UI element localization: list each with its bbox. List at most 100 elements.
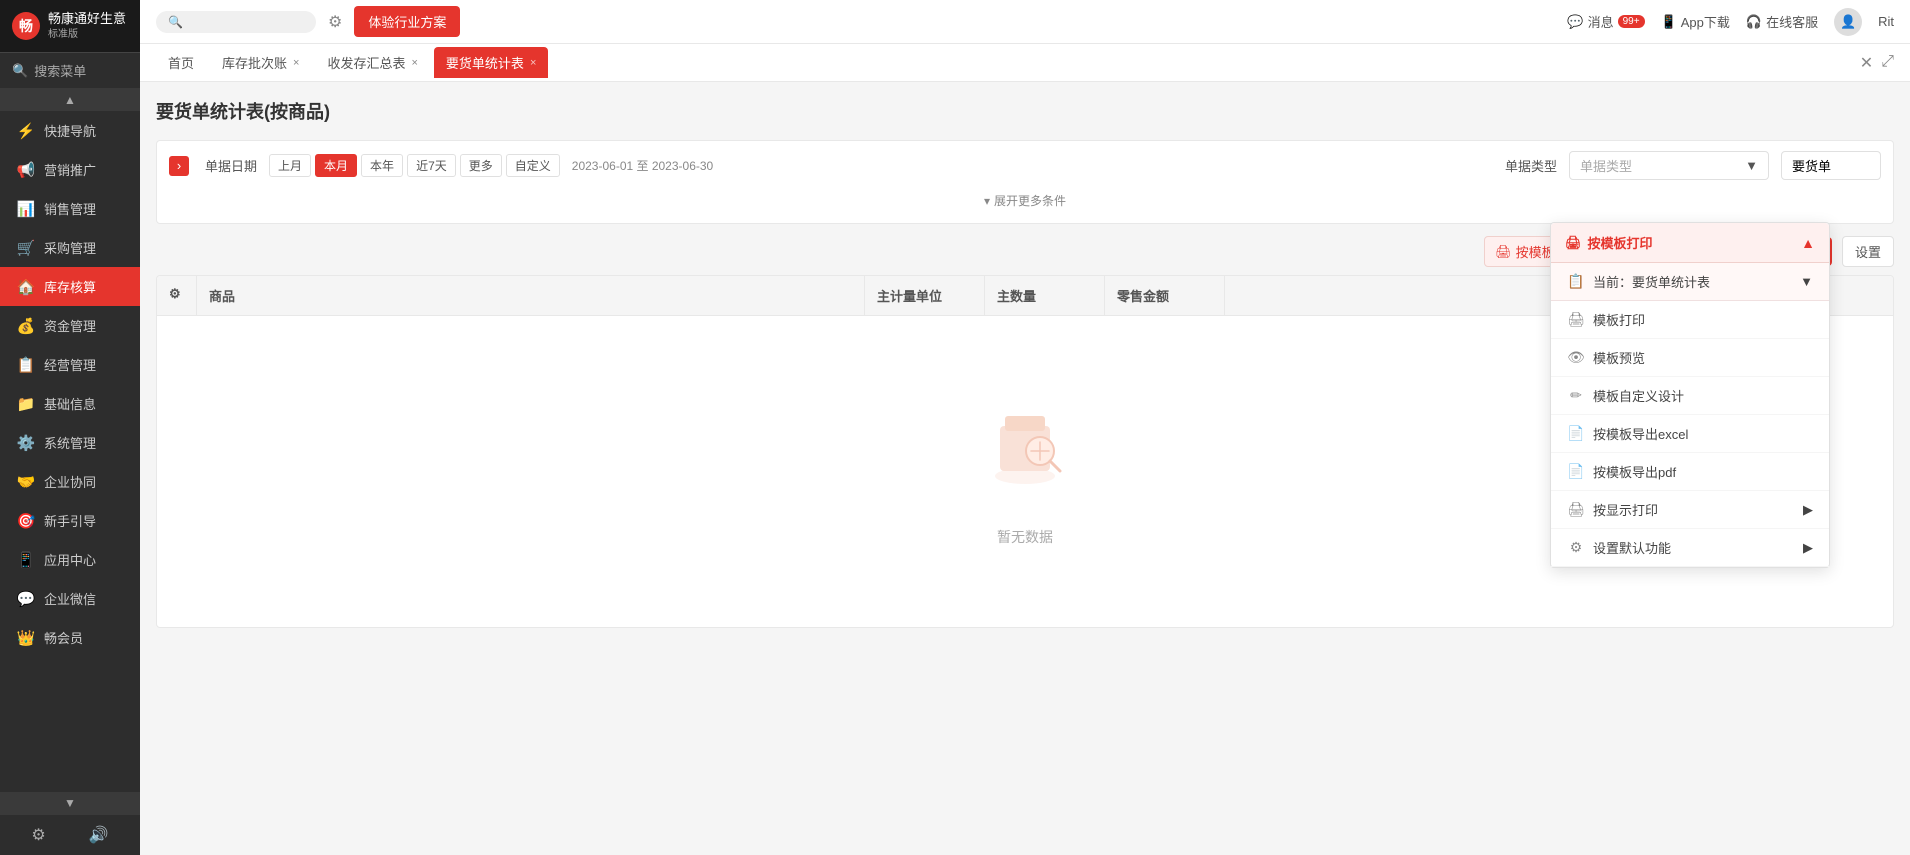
template-design-icon: ✏ — [1567, 387, 1585, 404]
date-filter-label: 单据日期 — [205, 156, 257, 175]
dropdown-item-display-print[interactable]: 🖨 按显示打印 ▶ — [1551, 491, 1829, 529]
tab-order-stats-close[interactable]: × — [530, 57, 536, 69]
settings-btn[interactable]: 设置 — [1842, 236, 1894, 267]
experience-btn[interactable]: 体验行业方案 — [354, 6, 460, 37]
sidebar-item-inventory[interactable]: 🏠 库存核算 — [0, 267, 140, 306]
expand-icon: ▾ — [984, 194, 990, 208]
sidebar-item-member[interactable]: 👑 畅会员 — [0, 618, 140, 657]
search-icon: 🔍 — [12, 63, 28, 79]
message-btn[interactable]: 💬 消息 99+ — [1567, 12, 1644, 31]
sidebar-item-wechat[interactable]: 💬 企业微信 — [0, 579, 140, 618]
topbar: 🔍 ⚙ 体验行业方案 💬 消息 99+ 📱 App下载 🎧 在线客服 👤 Ri — [140, 0, 1910, 44]
type-select[interactable]: 单据类型 ▼ — [1569, 151, 1769, 180]
sidebar-scroll-down[interactable]: ▼ — [0, 792, 140, 814]
settings-footer-icon[interactable]: ⚙ — [31, 825, 45, 845]
date-current-month[interactable]: 本月 — [315, 154, 357, 177]
dropdown-title-text: 按模板打印 — [1588, 233, 1653, 252]
template-preview-icon: 👁 — [1567, 349, 1585, 366]
operation-icon: 📋 — [16, 356, 36, 374]
user-name: Rit — [1878, 14, 1894, 29]
tab-receivable-summary-close[interactable]: × — [411, 57, 417, 69]
dropdown-item-template-print[interactable]: 🖨 模板打印 — [1551, 301, 1829, 339]
goods-filter[interactable]: 要货单 — [1781, 151, 1881, 180]
filter-bar: › 单据日期 上月 本月 本年 近7天 更多 自定义 2023-06-01 至 … — [156, 140, 1894, 224]
dropdown-item-template-design[interactable]: ✏ 模板自定义设计 — [1551, 377, 1829, 415]
display-print-label: 按显示打印 — [1593, 500, 1658, 519]
tab-order-stats[interactable]: 要货单统计表 × — [434, 47, 548, 78]
sidebar-search[interactable]: 🔍 搜索菜单 — [0, 53, 140, 89]
dropdown-current-item[interactable]: 📋 当前：要货单统计表 ▼ — [1551, 263, 1829, 301]
sidebar-item-collab[interactable]: 🤝 企业协同 — [0, 462, 140, 501]
sidebar-item-app[interactable]: 📱 应用中心 — [0, 540, 140, 579]
type-select-text: 单据类型 — [1580, 156, 1739, 175]
sidebar-scroll-up[interactable]: ▲ — [0, 89, 140, 111]
window-controls: ✕ ⤢ — [1860, 53, 1894, 73]
operation-label: 经营管理 — [44, 355, 96, 374]
type-select-arrow: ▼ — [1745, 158, 1758, 173]
topbar-gear-icon[interactable]: ⚙ — [328, 12, 342, 32]
dropdown-header: 🖨 按模板打印 ▲ — [1551, 223, 1829, 263]
th-settings[interactable]: ⚙ — [157, 276, 197, 315]
set-default-icon: ⚙ — [1567, 539, 1585, 556]
dropdown-item-template-excel[interactable]: 📄 按模板导出excel — [1551, 415, 1829, 453]
app-download-label: App下载 — [1681, 12, 1730, 31]
dropdown-printer-icon: 🖨 — [1565, 235, 1582, 251]
topbar-search-icon: 🔍 — [168, 15, 183, 29]
expand-more-btn[interactable]: ▾ 展开更多条件 — [976, 188, 1074, 213]
template-print-icon: 🖨 — [1567, 311, 1585, 328]
th-quantity: 主数量 — [985, 276, 1105, 315]
th-amount: 零售金额 — [1105, 276, 1225, 315]
dropdown-close-btn[interactable]: ▲ — [1801, 235, 1815, 251]
sidebar-item-guide[interactable]: 🎯 新手引导 — [0, 501, 140, 540]
sidebar-item-finance[interactable]: 💰 资金管理 — [0, 306, 140, 345]
sidebar-item-marketing[interactable]: 📢 营销推广 — [0, 150, 140, 189]
sidebar-item-system[interactable]: ⚙️ 系统管理 — [0, 423, 140, 462]
sidebar-item-quick-nav[interactable]: ⚡ 快捷导航 — [0, 111, 140, 150]
app-label: 应用中心 — [44, 550, 96, 569]
audio-footer-icon[interactable]: 🔊 — [89, 825, 109, 845]
app-download-icon: 📱 — [1661, 14, 1677, 30]
set-default-arrow: ▶ — [1803, 540, 1813, 556]
online-service-btn[interactable]: 🎧 在线客服 — [1746, 12, 1818, 31]
page-content: 要货单统计表(按商品) › 单据日期 上月 本月 本年 近7天 更多 自定义 2… — [140, 82, 1910, 855]
maximize-window-btn[interactable]: ⤢ — [1881, 53, 1894, 73]
close-window-btn[interactable]: ✕ — [1860, 53, 1873, 73]
message-badge: 99+ — [1618, 15, 1645, 28]
date-prev-month[interactable]: 上月 — [269, 154, 311, 177]
sidebar-item-basic[interactable]: 📁 基础信息 — [0, 384, 140, 423]
date-custom[interactable]: 自定义 — [506, 154, 560, 177]
dropdown-item-template-preview[interactable]: 👁 模板预览 — [1551, 339, 1829, 377]
user-avatar[interactable]: 👤 — [1834, 8, 1862, 36]
sales-icon: 📊 — [16, 200, 36, 218]
app-download-btn[interactable]: 📱 App下载 — [1661, 12, 1730, 31]
expand-label: 展开更多条件 — [994, 192, 1066, 209]
template-design-label: 模板自定义设计 — [1593, 386, 1684, 405]
message-label: 消息 — [1588, 12, 1614, 31]
date-current-year[interactable]: 本年 — [361, 154, 403, 177]
sidebar-item-purchase[interactable]: 🛒 采购管理 — [0, 228, 140, 267]
template-pdf-label: 按模板导出pdf — [1593, 462, 1676, 481]
tab-home[interactable]: 首页 — [156, 47, 206, 78]
goods-filter-text: 要货单 — [1792, 156, 1831, 175]
sales-label: 销售管理 — [44, 199, 96, 218]
date-more[interactable]: 更多 — [460, 154, 502, 177]
system-label: 系统管理 — [44, 433, 96, 452]
topbar-search[interactable]: 🔍 — [156, 11, 316, 33]
tab-inventory-batch-close[interactable]: × — [293, 57, 299, 69]
dropdown-item-template-pdf[interactable]: 📄 按模板导出pdf — [1551, 453, 1829, 491]
member-label: 畅会员 — [44, 628, 83, 647]
tab-inventory-batch[interactable]: 库存批次账 × — [210, 47, 311, 78]
template-excel-label: 按模板导出excel — [1593, 424, 1688, 443]
logo-subtitle: 标准版 — [48, 28, 126, 42]
dropdown-item-set-default[interactable]: ⚙ 设置默认功能 ▶ — [1551, 529, 1829, 567]
th-goods: 商品 — [197, 276, 865, 315]
current-item-label: 当前：要货单统计表 — [1593, 272, 1710, 291]
tab-receivable-summary[interactable]: 收发存汇总表 × — [315, 47, 429, 78]
date-last-7[interactable]: 近7天 — [407, 154, 456, 177]
filter-toggle-btn[interactable]: › — [169, 156, 189, 176]
basic-icon: 📁 — [16, 395, 36, 413]
tab-receivable-summary-label: 收发存汇总表 — [327, 53, 405, 72]
guide-label: 新手引导 — [44, 511, 96, 530]
sidebar-item-sales[interactable]: 📊 销售管理 — [0, 189, 140, 228]
sidebar-item-operation[interactable]: 📋 经营管理 — [0, 345, 140, 384]
